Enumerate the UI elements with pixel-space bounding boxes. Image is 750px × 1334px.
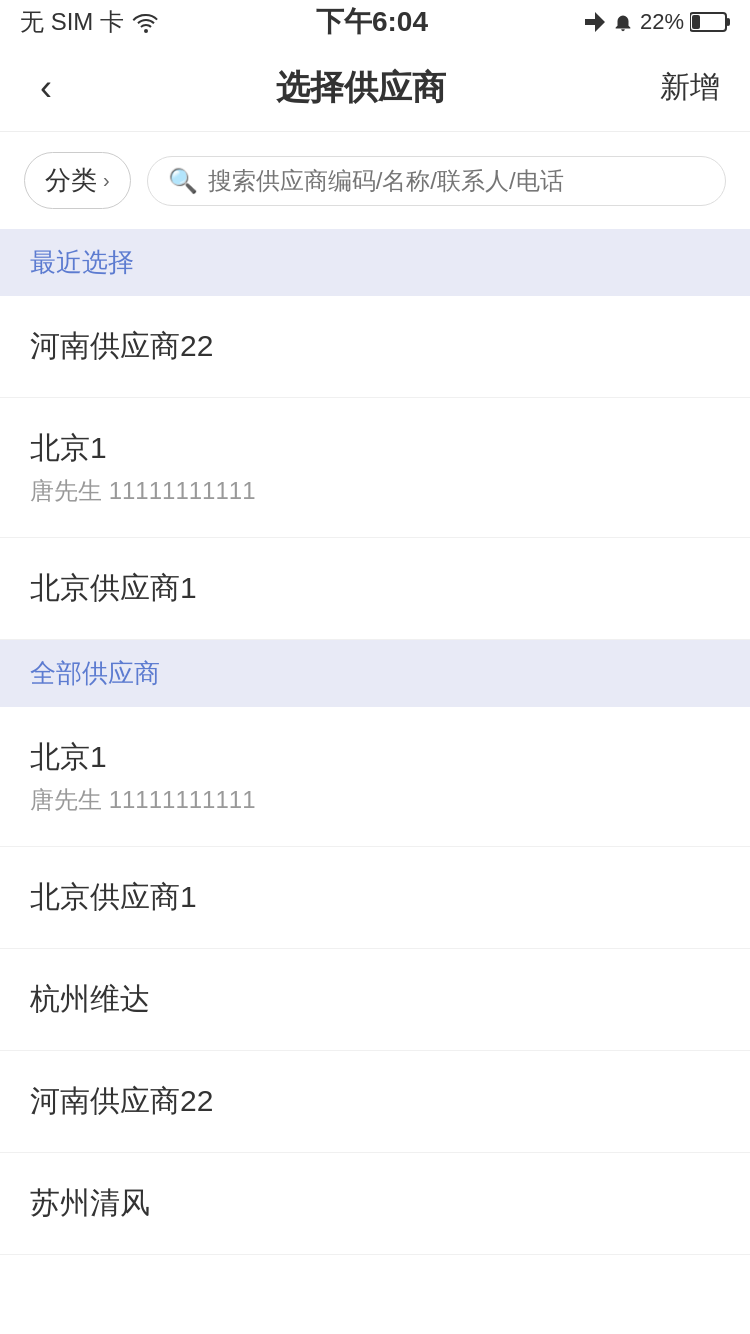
recent-section-header: 最近选择 bbox=[0, 229, 750, 296]
all-list-item[interactable]: 北京1 唐先生 11111111111 bbox=[0, 707, 750, 847]
item-sub: 唐先生 11111111111 bbox=[30, 475, 720, 507]
all-section-label: 全部供应商 bbox=[30, 658, 160, 688]
status-left: 无 SIM 卡 bbox=[20, 6, 160, 38]
item-name: 北京1 bbox=[30, 737, 720, 778]
battery-icon bbox=[690, 11, 730, 33]
search-input[interactable] bbox=[208, 167, 705, 195]
all-list-item[interactable]: 北京供应商1 bbox=[0, 847, 750, 949]
svg-rect-2 bbox=[692, 15, 700, 29]
all-list-item[interactable]: 河南供应商22 bbox=[0, 1051, 750, 1153]
recent-list: 河南供应商22 北京1 唐先生 11111111111 北京供应商1 bbox=[0, 296, 750, 640]
add-button[interactable]: 新增 bbox=[660, 67, 720, 108]
recent-list-item[interactable]: 北京供应商1 bbox=[0, 538, 750, 640]
status-bar: 无 SIM 卡 下午6:04 22% bbox=[0, 0, 750, 44]
all-section-header: 全部供应商 bbox=[0, 640, 750, 707]
item-sub: 唐先生 11111111111 bbox=[30, 784, 720, 816]
page-title: 选择供应商 bbox=[276, 65, 446, 111]
wifi-icon bbox=[132, 11, 160, 33]
recent-list-item[interactable]: 北京1 唐先生 11111111111 bbox=[0, 398, 750, 538]
status-time: 下午6:04 bbox=[316, 3, 428, 41]
svg-rect-1 bbox=[726, 18, 730, 26]
location-icon bbox=[584, 11, 606, 33]
alarm-icon bbox=[612, 11, 634, 33]
filter-bar: 分类 › 🔍 bbox=[0, 132, 750, 229]
item-name: 北京1 bbox=[30, 428, 720, 469]
all-list: 北京1 唐先生 11111111111 北京供应商1 杭州维达河南供应商22 苏州清风 bbox=[0, 707, 750, 1255]
no-sim-label: 无 SIM 卡 bbox=[20, 6, 124, 38]
chevron-right-icon: › bbox=[103, 169, 110, 192]
item-name: 苏州清风 bbox=[30, 1183, 720, 1224]
recent-list-item[interactable]: 河南供应商22 bbox=[0, 296, 750, 398]
item-name: 杭州维达 bbox=[30, 979, 720, 1020]
item-name: 北京供应商1 bbox=[30, 877, 720, 918]
search-box[interactable]: 🔍 bbox=[147, 156, 726, 206]
all-list-item[interactable]: 苏州清风 bbox=[0, 1153, 750, 1255]
item-name: 北京供应商1 bbox=[30, 568, 720, 609]
all-list-item[interactable]: 杭州维达 bbox=[0, 949, 750, 1051]
back-button[interactable]: ‹ bbox=[30, 57, 62, 119]
item-name: 河南供应商22 bbox=[30, 1081, 720, 1122]
nav-bar: ‹ 选择供应商 新增 bbox=[0, 44, 750, 132]
search-icon: 🔍 bbox=[168, 167, 198, 195]
category-label: 分类 bbox=[45, 163, 97, 198]
recent-section-label: 最近选择 bbox=[30, 247, 134, 277]
status-right: 22% bbox=[584, 9, 730, 35]
category-button[interactable]: 分类 › bbox=[24, 152, 131, 209]
item-name: 河南供应商22 bbox=[30, 326, 720, 367]
battery-label: 22% bbox=[640, 9, 684, 35]
